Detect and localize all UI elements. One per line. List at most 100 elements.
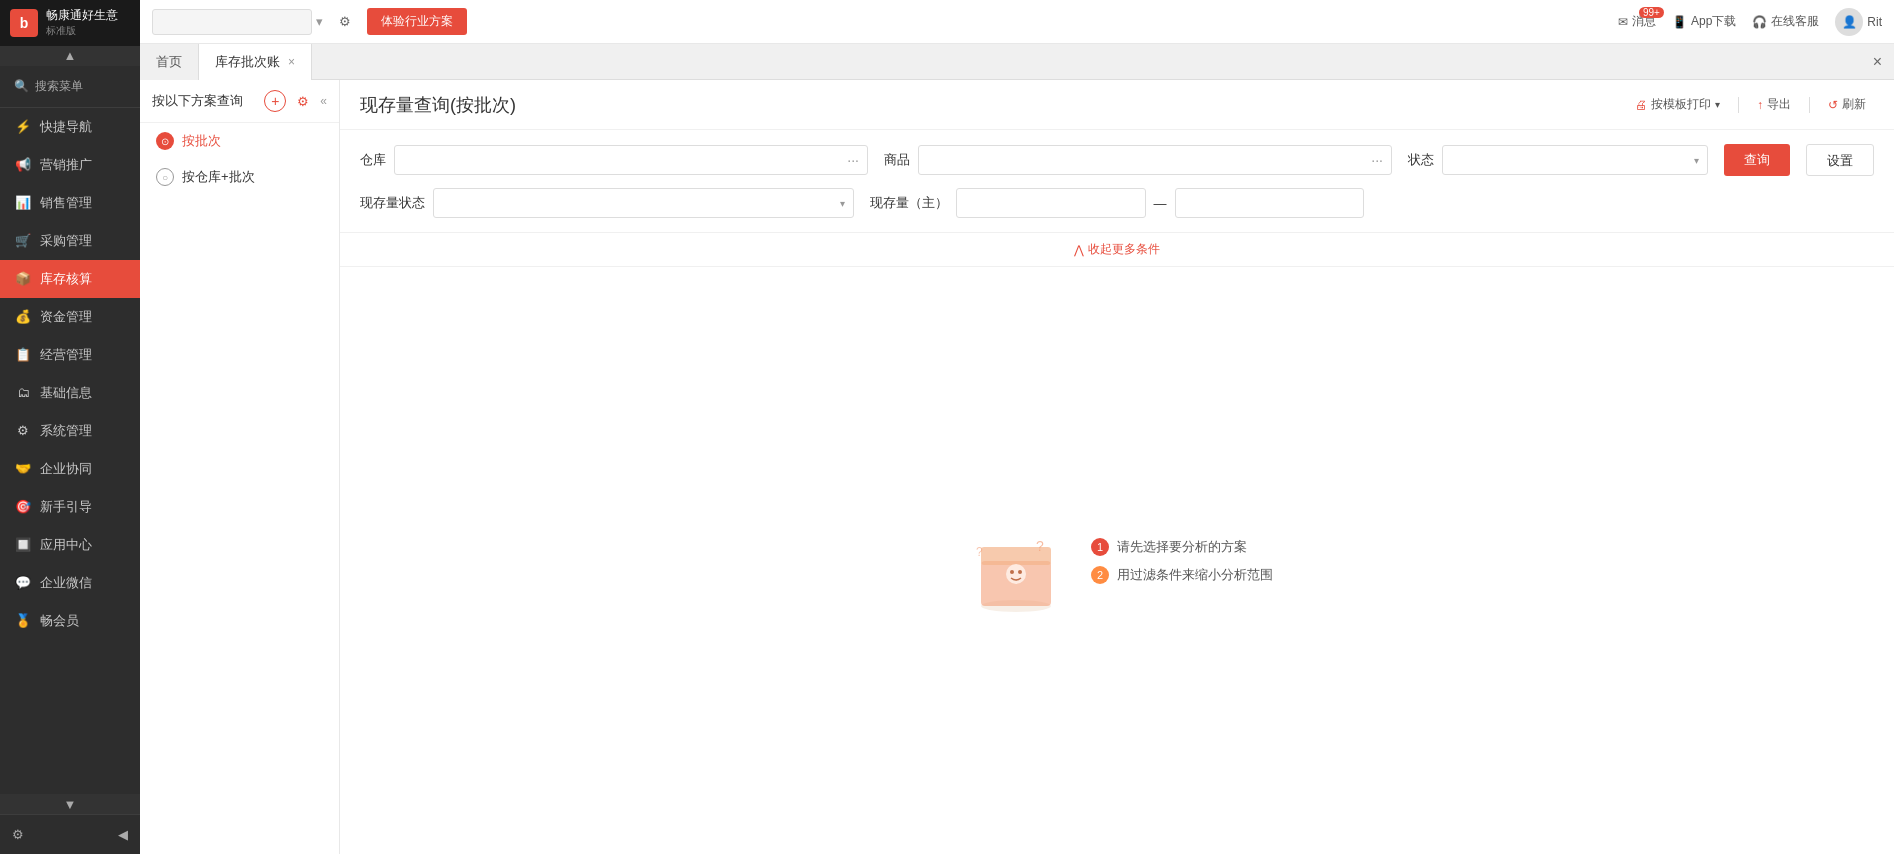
- scheme-settings-button[interactable]: ⚙: [292, 90, 314, 112]
- quantity-min-input[interactable]: [956, 188, 1146, 218]
- user-avatar-button[interactable]: 👤 Rit: [1835, 8, 1882, 36]
- sidebar-nav: ⚡ 快捷导航 📢 营销推广 📊 销售管理 🛒 采购管理 📦 库存核算 💰 资金管…: [0, 108, 140, 794]
- sidebar-item-guide[interactable]: 🎯 新手引导: [0, 488, 140, 526]
- sidebar-item-app-center[interactable]: 🔲 应用中心: [0, 526, 140, 564]
- shortcut-icon: ⚡: [14, 118, 32, 136]
- filter-row-2: 现存量状态 ▾ 现存量（主） —: [360, 188, 1874, 218]
- print-dropdown-icon: ▾: [1715, 99, 1720, 110]
- collapse-up-icon: ⋀: [1074, 243, 1084, 257]
- close-tab-right-button[interactable]: ×: [1861, 44, 1894, 80]
- sidebar-scroll-up[interactable]: ▲: [0, 46, 140, 66]
- add-scheme-button[interactable]: +: [264, 90, 286, 112]
- avatar: 👤: [1835, 8, 1863, 36]
- topbar-dropdown-arrow[interactable]: ▾: [316, 14, 323, 29]
- sidebar-item-basic-info[interactable]: 🗂 基础信息: [0, 374, 140, 412]
- wechat-icon: 💬: [14, 574, 32, 592]
- username-label: Rit: [1867, 15, 1882, 29]
- sidebar-item-label: 采购管理: [40, 232, 92, 250]
- page-title: 现存量查询(按批次): [360, 93, 516, 117]
- left-panel: 按以下方案查询 + ⚙ « ⊙ 按批次 ○ 按仓库+批次: [140, 80, 340, 854]
- sidebar-item-operations[interactable]: 📋 经营管理: [0, 336, 140, 374]
- left-panel-title: 按以下方案查询: [152, 92, 243, 110]
- sidebar-item-finance[interactable]: 💰 资金管理: [0, 298, 140, 336]
- app-name: 畅康通好生意: [46, 8, 118, 24]
- sidebar-item-label: 新手引导: [40, 498, 92, 516]
- empty-step-1: 1 请先选择要分析的方案: [1091, 538, 1273, 556]
- headset-icon: 🎧: [1752, 15, 1767, 29]
- sidebar-item-label: 资金管理: [40, 308, 92, 326]
- online-service-label: 在线客服: [1771, 13, 1819, 30]
- tab-home[interactable]: 首页: [140, 44, 199, 80]
- query-button[interactable]: 查询: [1724, 144, 1790, 176]
- inventory-status-select[interactable]: ▾: [433, 188, 854, 218]
- search-icon: 🔍: [14, 79, 29, 93]
- app-download-label: App下载: [1691, 13, 1736, 30]
- inventory-quantity-label: 现存量（主）: [870, 194, 948, 212]
- settings-button[interactable]: 设置: [1806, 144, 1874, 176]
- svg-point-3: [1006, 564, 1026, 584]
- svg-point-4: [1010, 570, 1014, 574]
- product-filter-input[interactable]: ···: [918, 145, 1392, 175]
- status-filter-select[interactable]: ▾: [1442, 145, 1708, 175]
- sidebar-item-label: 快捷导航: [40, 118, 92, 136]
- sidebar-item-shortcut[interactable]: ⚡ 快捷导航: [0, 108, 140, 146]
- sidebar-item-purchase[interactable]: 🛒 采购管理: [0, 222, 140, 260]
- sidebar-item-label: 企业协同: [40, 460, 92, 478]
- sidebar-item-member[interactable]: 🏅 畅会员: [0, 602, 140, 640]
- page-header: 现存量查询(按批次) 🖨 按模板打印 ▾ ↑ 导出 ↺ 刷: [340, 80, 1894, 130]
- quantity-max-input[interactable]: [1175, 188, 1365, 218]
- purchase-icon: 🛒: [14, 232, 32, 250]
- tab-close-button[interactable]: ×: [288, 55, 295, 69]
- export-button[interactable]: ↑ 导出: [1749, 92, 1799, 117]
- operations-icon: 📋: [14, 346, 32, 364]
- sidebar-item-label: 畅会员: [40, 612, 79, 630]
- sidebar-item-wechat[interactable]: 💬 企业微信: [0, 564, 140, 602]
- empty-text: 1 请先选择要分析的方案 2 用过滤条件来缩小分析范围: [1091, 538, 1273, 584]
- app-download-button[interactable]: 📱 App下载: [1672, 13, 1736, 30]
- print-button[interactable]: 🖨 按模板打印 ▾: [1627, 92, 1728, 117]
- content-area: 按以下方案查询 + ⚙ « ⊙ 按批次 ○ 按仓库+批次 现存量查询(按批次): [140, 80, 1894, 854]
- guide-icon: 🎯: [14, 498, 32, 516]
- industry-button[interactable]: 体验行业方案: [367, 8, 467, 35]
- warehouse-filter-label: 仓库: [360, 151, 386, 169]
- enterprise-icon: 🤝: [14, 460, 32, 478]
- topbar-gear-button[interactable]: ⚙: [331, 8, 359, 36]
- sidebar-item-inventory[interactable]: 📦 库存核算: [0, 260, 140, 298]
- left-panel-actions: + ⚙ «: [264, 90, 327, 112]
- scheme-item-by-batch[interactable]: ⊙ 按批次: [140, 123, 339, 159]
- warehouse-filter-input[interactable]: ···: [394, 145, 868, 175]
- sidebar-item-enterprise[interactable]: 🤝 企业协同: [0, 450, 140, 488]
- inventory-status-dropdown-icon: ▾: [840, 198, 845, 209]
- sidebar-search-label: 搜索菜单: [35, 78, 83, 95]
- app-download-icon: 📱: [1672, 15, 1687, 29]
- app-version: 标准版: [46, 24, 118, 38]
- sidebar-item-system[interactable]: ⚙ 系统管理: [0, 412, 140, 450]
- online-service-button[interactable]: 🎧 在线客服: [1752, 13, 1819, 30]
- marketing-icon: 📢: [14, 156, 32, 174]
- sidebar-item-label: 应用中心: [40, 536, 92, 554]
- empty-step-1-label: 请先选择要分析的方案: [1117, 538, 1247, 556]
- sidebar-item-marketing[interactable]: 📢 营销推广: [0, 146, 140, 184]
- app-center-icon: 🔲: [14, 536, 32, 554]
- collapse-left-panel-button[interactable]: «: [320, 94, 327, 108]
- refresh-icon: ↺: [1828, 98, 1838, 112]
- status-filter-label: 状态: [1408, 151, 1434, 169]
- scheme-item-by-warehouse-batch[interactable]: ○ 按仓库+批次: [140, 159, 339, 195]
- topbar-search-input[interactable]: [152, 9, 312, 35]
- sidebar-item-label: 系统管理: [40, 422, 92, 440]
- tab-home-label: 首页: [156, 53, 182, 71]
- basic-info-icon: 🗂: [14, 384, 32, 402]
- scheme-item-label: 按仓库+批次: [182, 168, 255, 186]
- sidebar-scroll-down[interactable]: ▼: [0, 794, 140, 814]
- svg-text:?: ?: [976, 545, 983, 559]
- right-panel: 现存量查询(按批次) 🖨 按模板打印 ▾ ↑ 导出 ↺ 刷: [340, 80, 1894, 854]
- sidebar-search-button[interactable]: 🔍 搜索菜单: [8, 74, 132, 99]
- status-filter-field: 状态 ▾: [1408, 145, 1708, 175]
- refresh-button[interactable]: ↺ 刷新: [1820, 92, 1874, 117]
- message-button[interactable]: ✉ 消息 99+: [1618, 13, 1656, 30]
- sidebar-settings-button[interactable]: ⚙: [8, 823, 28, 846]
- sidebar-collapse-button[interactable]: ◀: [114, 823, 132, 846]
- collapse-filter-button[interactable]: ⋀ 收起更多条件: [340, 233, 1894, 267]
- tab-inventory-batch[interactable]: 库存批次账 ×: [199, 44, 312, 80]
- sidebar-item-sales[interactable]: 📊 销售管理: [0, 184, 140, 222]
